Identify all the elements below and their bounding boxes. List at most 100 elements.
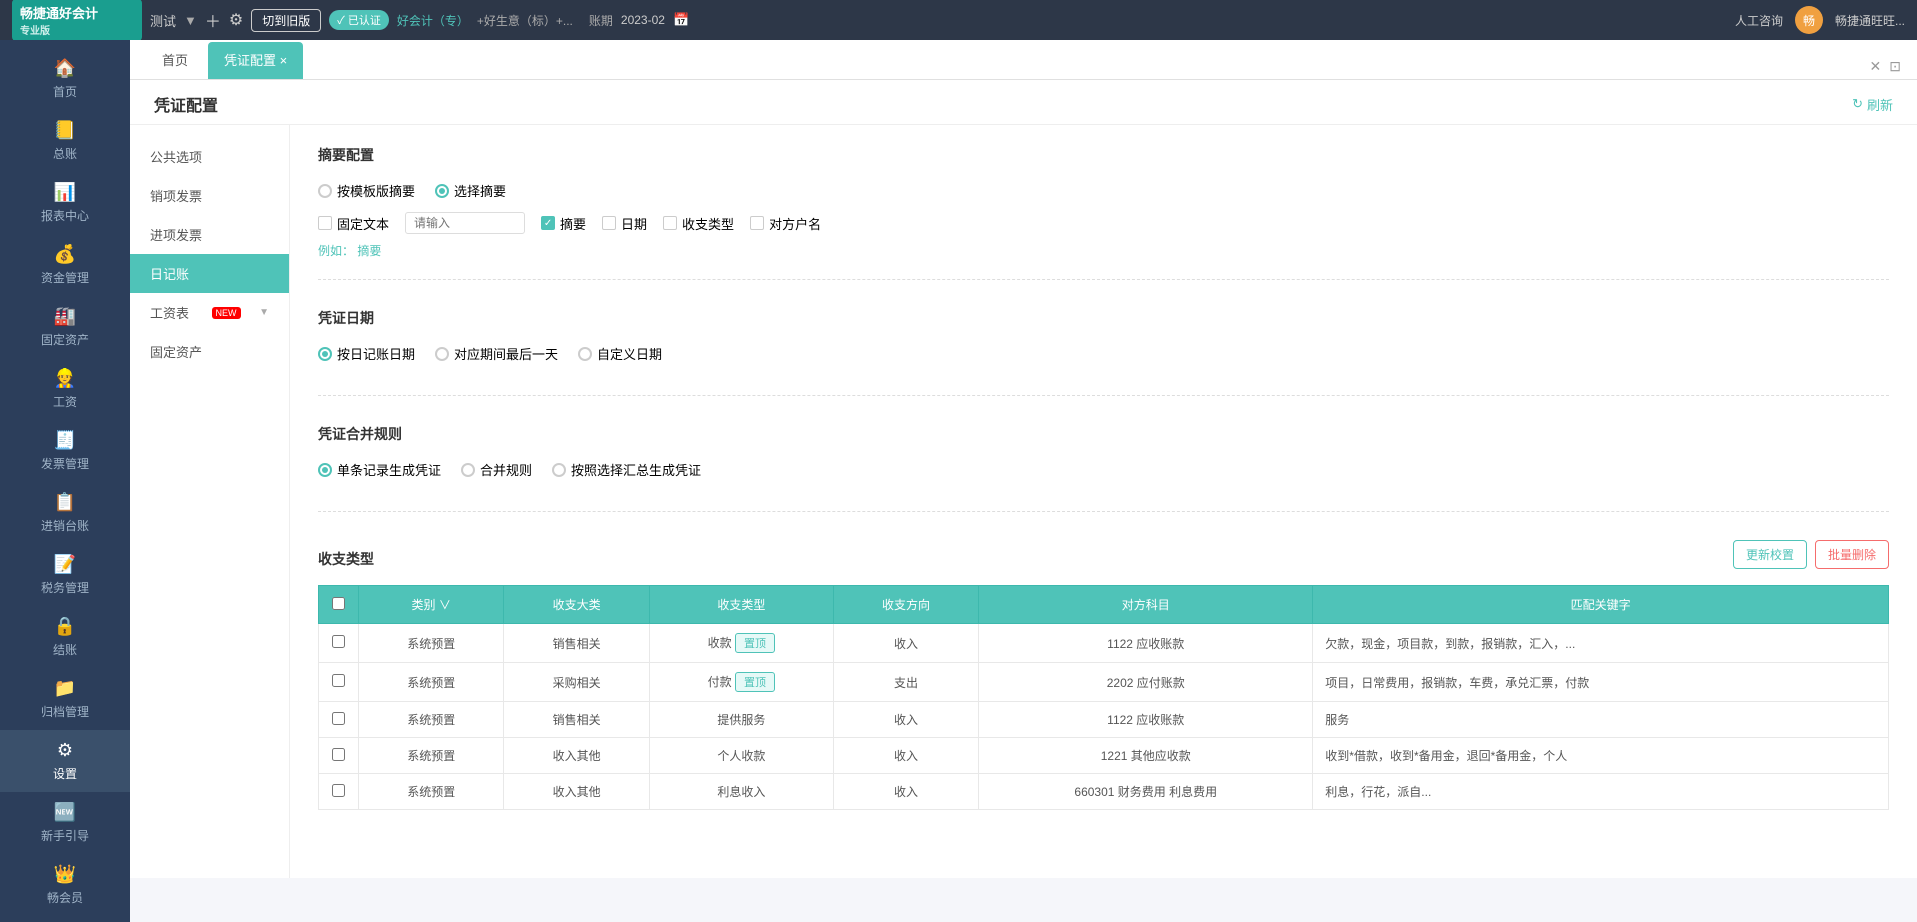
- add-icon[interactable]: ＋: [205, 8, 221, 32]
- sidebar-label-settings: 设置: [53, 765, 77, 782]
- row4-checkbox[interactable]: [319, 738, 359, 774]
- batch-delete-btn[interactable]: 批量删除: [1815, 540, 1889, 569]
- switch-old-btn[interactable]: 切到旧版: [251, 9, 321, 32]
- row1-income-type: 收款 置顶: [649, 624, 833, 663]
- calendar-icon[interactable]: 📅: [673, 12, 689, 28]
- sidebar-label-member: 畅会员: [47, 889, 83, 906]
- table-row: 系统预置 销售相关 收款 置顶: [319, 624, 1889, 663]
- sidebar-item-funds[interactable]: 💰 资金管理: [0, 234, 130, 296]
- funds-icon: 💰: [54, 244, 76, 265]
- nav-item-sales-invoice[interactable]: 销项发票: [130, 176, 289, 215]
- row4-direction: 收入: [833, 738, 978, 774]
- fixed-text-input[interactable]: [405, 212, 525, 234]
- row2-counterpart: 2202 应付账款: [979, 663, 1313, 702]
- sidebar-item-invoice[interactable]: 🧾 发票管理: [0, 420, 130, 482]
- radio-dot-merge: [461, 463, 475, 477]
- radio-period-last[interactable]: 对应期间最后一天: [435, 344, 558, 363]
- sidebar-item-tax[interactable]: 📝 税务管理: [0, 544, 130, 606]
- row2-keywords: 项目，日常费用，报销款，车费，承兑汇票，付款: [1313, 663, 1889, 702]
- row5-keywords: 利息，行花，派自...: [1313, 774, 1889, 810]
- sidebar-label-invoice: 发票管理: [41, 455, 89, 472]
- row1-top-tag[interactable]: 置顶: [735, 633, 775, 653]
- sidebar-item-settings[interactable]: ⚙ 设置: [0, 730, 130, 792]
- app-logo: 畅捷通好会计 专业版: [12, 0, 142, 41]
- sidebar-item-home[interactable]: 🏠 首页: [0, 48, 130, 110]
- row1-counterpart: 1122 应收账款: [979, 624, 1313, 663]
- nav-item-fixed-assets[interactable]: 固定资产: [130, 332, 289, 371]
- row5-checkbox[interactable]: [319, 774, 359, 810]
- sidebar-item-guide[interactable]: 🆕 新手引导: [0, 792, 130, 854]
- row3-direction: 收入: [833, 702, 978, 738]
- row2-top-tag[interactable]: 置顶: [735, 672, 775, 692]
- radio-aggregate[interactable]: 按照选择汇总生成凭证: [552, 460, 701, 479]
- username[interactable]: 畅捷通旺旺...: [1835, 12, 1905, 29]
- nav-item-journal[interactable]: 日记账: [130, 254, 289, 293]
- cb-summary[interactable]: ✓ 摘要: [541, 214, 586, 233]
- merge-rules-title: 凭证合并规则: [318, 424, 1889, 444]
- summary-radio-group: 按模板版摘要 选择摘要: [318, 181, 1889, 200]
- nav-item-payroll-table[interactable]: 工资表 NEW ▼: [130, 293, 289, 332]
- sidebar-item-purchase[interactable]: 📋 进销台账: [0, 482, 130, 544]
- radio-journal-date[interactable]: 按日记账日期: [318, 344, 415, 363]
- radio-single-record[interactable]: 单条记录生成凭证: [318, 460, 441, 479]
- th-category[interactable]: 类别 ∨: [359, 586, 504, 624]
- row1-major-type: 销售相关: [504, 624, 649, 663]
- period-label: 账期: [589, 12, 613, 29]
- row1-checkbox[interactable]: [319, 624, 359, 663]
- row5-major-type: 收入其他: [504, 774, 649, 810]
- radio-dot-custom: [578, 347, 592, 361]
- avatar[interactable]: 畅: [1795, 6, 1823, 34]
- sidebar-item-payroll[interactable]: 👷 工资: [0, 358, 130, 420]
- th-checkbox[interactable]: [319, 586, 359, 624]
- cb-date[interactable]: 日期: [602, 214, 647, 233]
- sidebar-item-ledger[interactable]: 📒 总账: [0, 110, 130, 172]
- tab-home[interactable]: 首页: [146, 42, 204, 79]
- cb-fixed-text[interactable]: 固定文本: [318, 214, 389, 233]
- service-label[interactable]: 人工咨询: [1735, 12, 1783, 29]
- tax-icon: 📝: [54, 554, 76, 575]
- summary-radio-template[interactable]: 按模板版摘要: [318, 181, 415, 200]
- merge-rules-section: 凭证合并规则 单条记录生成凭证 合并规则: [318, 424, 1889, 512]
- sidebar-item-assets[interactable]: 🏭 固定资产: [0, 296, 130, 358]
- summary-radio-select[interactable]: 选择摘要: [435, 181, 506, 200]
- row3-checkbox[interactable]: [319, 702, 359, 738]
- settings-icon[interactable]: ⚙: [229, 10, 243, 30]
- radio-dot-journal: [318, 347, 332, 361]
- cb-counterpart-name[interactable]: 对方户名: [750, 214, 821, 233]
- select-all-checkbox[interactable]: [332, 597, 345, 610]
- checkbox-box-counterpart: [750, 216, 764, 230]
- sidebar-item-closing[interactable]: 🔒 结账: [0, 606, 130, 668]
- row2-checkbox[interactable]: [319, 663, 359, 702]
- row3-keywords: 服务: [1313, 702, 1889, 738]
- company-name[interactable]: 测试: [150, 11, 176, 30]
- guide-icon: 🆕: [54, 802, 76, 823]
- row3-major-type: 销售相关: [504, 702, 649, 738]
- income-expense-title: 收支类型: [318, 549, 374, 569]
- dropdown-arrow-icon[interactable]: ▼: [184, 13, 197, 28]
- cb-income-type[interactable]: 收支类型: [663, 214, 734, 233]
- sidebar-item-archive[interactable]: 📁 归档管理: [0, 668, 130, 730]
- topbar: 畅捷通好会计 专业版 测试 ▼ ＋ ⚙ 切到旧版 ✓ 已认证 好会计（专） +好…: [0, 0, 1917, 40]
- sidebar-label-archive: 归档管理: [41, 703, 89, 720]
- refresh-btn[interactable]: ↻ 刷新: [1852, 95, 1893, 114]
- reports-icon: 📊: [54, 182, 76, 203]
- radio-merge-rule[interactable]: 合并规则: [461, 460, 532, 479]
- nav-item-purchase-invoice[interactable]: 进项发票: [130, 215, 289, 254]
- radio-custom-date[interactable]: 自定义日期: [578, 344, 662, 363]
- merge-rules-radio-group: 单条记录生成凭证 合并规则 按照选择汇总生成凭证: [318, 460, 1889, 479]
- sidebar-label-payroll: 工资: [53, 393, 77, 410]
- voucher-date-section: 凭证日期 按日记账日期 对应期间最后一天: [318, 308, 1889, 396]
- update-config-btn[interactable]: 更新校置: [1733, 540, 1807, 569]
- row2-category: 系统预置: [359, 663, 504, 702]
- sidebar-item-member[interactable]: 👑 畅会员: [0, 854, 130, 916]
- row4-counterpart: 1221 其他应收款: [979, 738, 1313, 774]
- purchase-icon: 📋: [54, 492, 76, 513]
- nav-item-public[interactable]: 公共选项: [130, 137, 289, 176]
- maximize-window-btn[interactable]: ⊡: [1889, 58, 1901, 75]
- table-row: 系统预置 收入其他 利息收入 收入: [319, 774, 1889, 810]
- sidebar-item-reports[interactable]: 📊 报表中心: [0, 172, 130, 234]
- good-biz-tag: +好生意（标）+...: [477, 12, 573, 29]
- close-window-btn[interactable]: ✕: [1870, 58, 1882, 75]
- table-row: 系统预置 销售相关 提供服务 收入: [319, 702, 1889, 738]
- tab-voucher-config[interactable]: 凭证配置 ×: [208, 42, 303, 79]
